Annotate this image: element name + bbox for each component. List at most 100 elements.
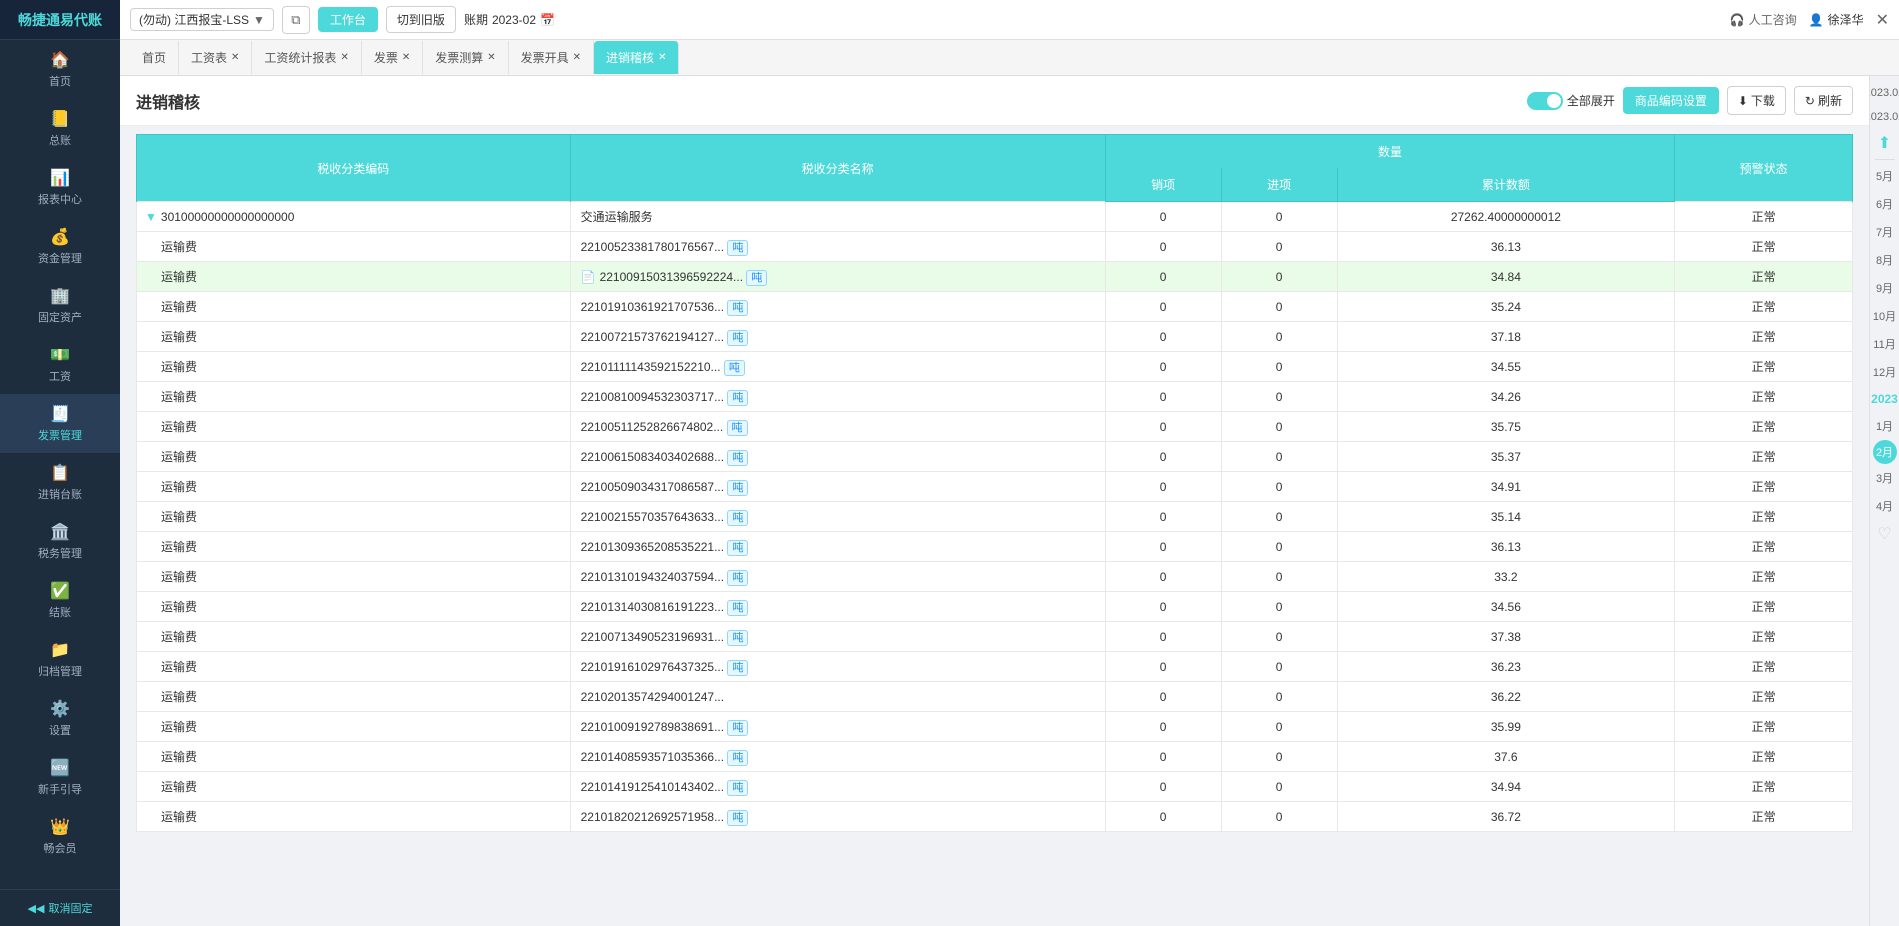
sidebar-item-fixed-assets[interactable]: 🏢 固定资产 (0, 276, 120, 335)
tab-jxhc[interactable]: 进销稽核 ✕ (594, 41, 679, 74)
tab-salary-stats[interactable]: 工资统计报表 ✕ (252, 41, 361, 74)
cell-cumulative: 36.72 (1337, 802, 1675, 832)
cell-status: 正常 (1675, 352, 1853, 382)
table-row: 运输费 22101820212692571958... 吨 0 0 36.72 … (137, 802, 1853, 832)
panel-month-5[interactable]: 5月 (1874, 162, 1895, 190)
close-button[interactable]: ✕ (1876, 10, 1889, 30)
cell-status: 正常 (1675, 322, 1853, 352)
sidebar-item-member[interactable]: 👑 畅会员 (0, 807, 120, 866)
refresh-button[interactable]: ↻ 刷新 (1794, 86, 1853, 115)
cell-purchase: 0 (1221, 442, 1337, 472)
tab-jxhc-close[interactable]: ✕ (658, 52, 666, 63)
company-name: (勿动) 江西报宝-LSS (139, 11, 249, 28)
sidebar-item-invoice[interactable]: 🧾 发票管理 (0, 394, 120, 453)
right-panel: 2023.02 2023.02 ⬆ 5月 6月 7月 8月 9月 10月 11月… (1869, 76, 1899, 926)
expand-icon[interactable]: ▼ (145, 210, 157, 224)
sidebar-item-guide[interactable]: 🆕 新手引导 (0, 748, 120, 807)
panel-month-2-current[interactable]: 2月 (1873, 440, 1897, 464)
scroll-up-icon[interactable]: ⬆ (1874, 129, 1895, 157)
tab-home[interactable]: 首页 (130, 41, 179, 74)
toggle-switch[interactable] (1527, 92, 1563, 110)
cell-cumulative: 34.56 (1337, 592, 1675, 622)
heart-icon[interactable]: ♡ (1877, 524, 1891, 544)
tab-home-label: 首页 (142, 49, 166, 66)
panel-month-11[interactable]: 11月 (1871, 330, 1897, 358)
expand-toggle[interactable]: 全部展开 (1527, 92, 1615, 110)
panel-month-7[interactable]: 7月 (1874, 218, 1895, 246)
tab-salary-table-close[interactable]: ✕ (231, 52, 239, 63)
sidebar-item-salary[interactable]: 💵 工资 (0, 335, 120, 394)
sidebar-item-ledger[interactable]: 📒 总账 (0, 99, 120, 158)
calendar-icon[interactable]: 📅 (540, 13, 555, 27)
sidebar-label-archive: 归档管理 (38, 663, 82, 679)
workbench-button[interactable]: 工作台 (318, 7, 378, 32)
table-wrapper: 税收分类编码 税收分类名称 数量 预警状态 销项 进项 累计数额 (120, 126, 1869, 926)
tab-salary-table[interactable]: 工资表 ✕ (179, 41, 252, 74)
company-selector[interactable]: (勿动) 江西报宝-LSS ▼ (130, 8, 274, 31)
topbar: (勿动) 江西报宝-LSS ▼ ⧉ 工作台 切到旧版 账期 2023-02 📅 … (120, 0, 1899, 40)
panel-month-12[interactable]: 12月 (1871, 358, 1898, 386)
cell-invoice-no: 22101419125410143402... 吨 (570, 772, 1105, 802)
panel-month-4[interactable]: 4月 (1874, 492, 1895, 520)
tab-invoice-calc-close[interactable]: ✕ (487, 52, 495, 63)
right-panel-year-2023-02-top[interactable]: 2023.02 (1869, 81, 1899, 105)
panel-year-2023[interactable]: 2023 (1869, 386, 1899, 412)
tab-invoice-open[interactable]: 发票开具 ✕ (509, 41, 594, 74)
avatar-icon: 👤 (1809, 13, 1824, 27)
cell-name: 运输费 (137, 712, 571, 742)
panel-month-6[interactable]: 6月 (1874, 190, 1895, 218)
cell-status: 正常 (1675, 562, 1853, 592)
cell-purchase: 0 (1221, 502, 1337, 532)
cell-cumulative: 35.75 (1337, 412, 1675, 442)
cell-sales: 0 (1105, 682, 1221, 712)
table-row: 运输费 22100511252826674802... 吨 0 0 35.75 … (137, 412, 1853, 442)
cell-sales: 0 (1105, 532, 1221, 562)
cell-cumulative: 36.23 (1337, 652, 1675, 682)
copy-button[interactable]: ⧉ (282, 6, 310, 34)
right-panel-year-2023-02-bot[interactable]: 2023.02 (1869, 105, 1899, 129)
panel-month-1[interactable]: 1月 (1874, 412, 1895, 440)
invoice-icon: 🧾 (50, 404, 70, 424)
unpin-button[interactable]: ◀◀ 取消固定 (0, 889, 120, 926)
panel-month-9[interactable]: 9月 (1874, 274, 1895, 302)
tab-invoice-calc[interactable]: 发票测算 ✕ (423, 41, 508, 74)
tab-invoice-open-close[interactable]: ✕ (573, 52, 581, 63)
sidebar-item-funds[interactable]: 💰 资金管理 (0, 217, 120, 276)
panel-month-8[interactable]: 8月 (1874, 246, 1895, 274)
panel-month-3[interactable]: 3月 (1874, 464, 1895, 492)
sidebar-item-sales-ledger[interactable]: 📋 进销台账 (0, 453, 120, 512)
settings-button[interactable]: 商品编码设置 (1623, 87, 1719, 114)
tab-salary-stats-close[interactable]: ✕ (340, 52, 348, 63)
tab-invoice[interactable]: 发票 ✕ (362, 41, 423, 74)
cell-status: 正常 (1675, 742, 1853, 772)
cell-invoice-no: 22101314030816191223... 吨 (570, 592, 1105, 622)
switch-version-button[interactable]: 切到旧版 (386, 6, 456, 33)
sidebar-item-checkout[interactable]: ✅ 结账 (0, 571, 120, 630)
user-menu[interactable]: 👤 徐泽华 (1809, 11, 1864, 28)
th-tax-code: 税收分类编码 (137, 135, 571, 202)
sidebar-label-fixed-assets: 固定资产 (38, 309, 82, 325)
panel-month-10[interactable]: 10月 (1871, 302, 1898, 330)
cell-invoice-no: 22101408593571035366... 吨 (570, 742, 1105, 772)
table-row: 运输费 22100810094532303717... 吨 0 0 34.26 … (137, 382, 1853, 412)
cell-cumulative: 34.94 (1337, 772, 1675, 802)
support-button[interactable]: 🎧 人工咨询 (1730, 11, 1797, 28)
sidebar-label-settings: 设置 (49, 722, 71, 738)
sidebar-item-report[interactable]: 📊 报表中心 (0, 158, 120, 217)
cell-name: 运输费 (137, 622, 571, 652)
th-cumulative: 累计数额 (1337, 168, 1675, 202)
cell-invoice-no: 22100511252826674802... 吨 (570, 412, 1105, 442)
unit-tag: 吨 (727, 660, 748, 676)
download-button[interactable]: ⬇ 下载 (1727, 86, 1786, 115)
cell-status: 正常 (1675, 532, 1853, 562)
sidebar-item-tax[interactable]: 🏛️ 税务管理 (0, 512, 120, 571)
sidebar-item-home[interactable]: 🏠 首页 (0, 40, 120, 99)
th-tax-name: 税收分类名称 (570, 135, 1105, 202)
sidebar-item-archive[interactable]: 📁 归档管理 (0, 630, 120, 689)
sidebar-item-settings[interactable]: ⚙️ 设置 (0, 689, 120, 748)
sidebar-label-ledger: 总账 (49, 132, 71, 148)
tab-invoice-close[interactable]: ✕ (402, 52, 410, 63)
settings-icon: ⚙️ (50, 699, 70, 719)
cell-invoice-no: 22101910361921707536... 吨 (570, 292, 1105, 322)
table-row: 运输费 22100615083403402688... 吨 0 0 35.37 … (137, 442, 1853, 472)
